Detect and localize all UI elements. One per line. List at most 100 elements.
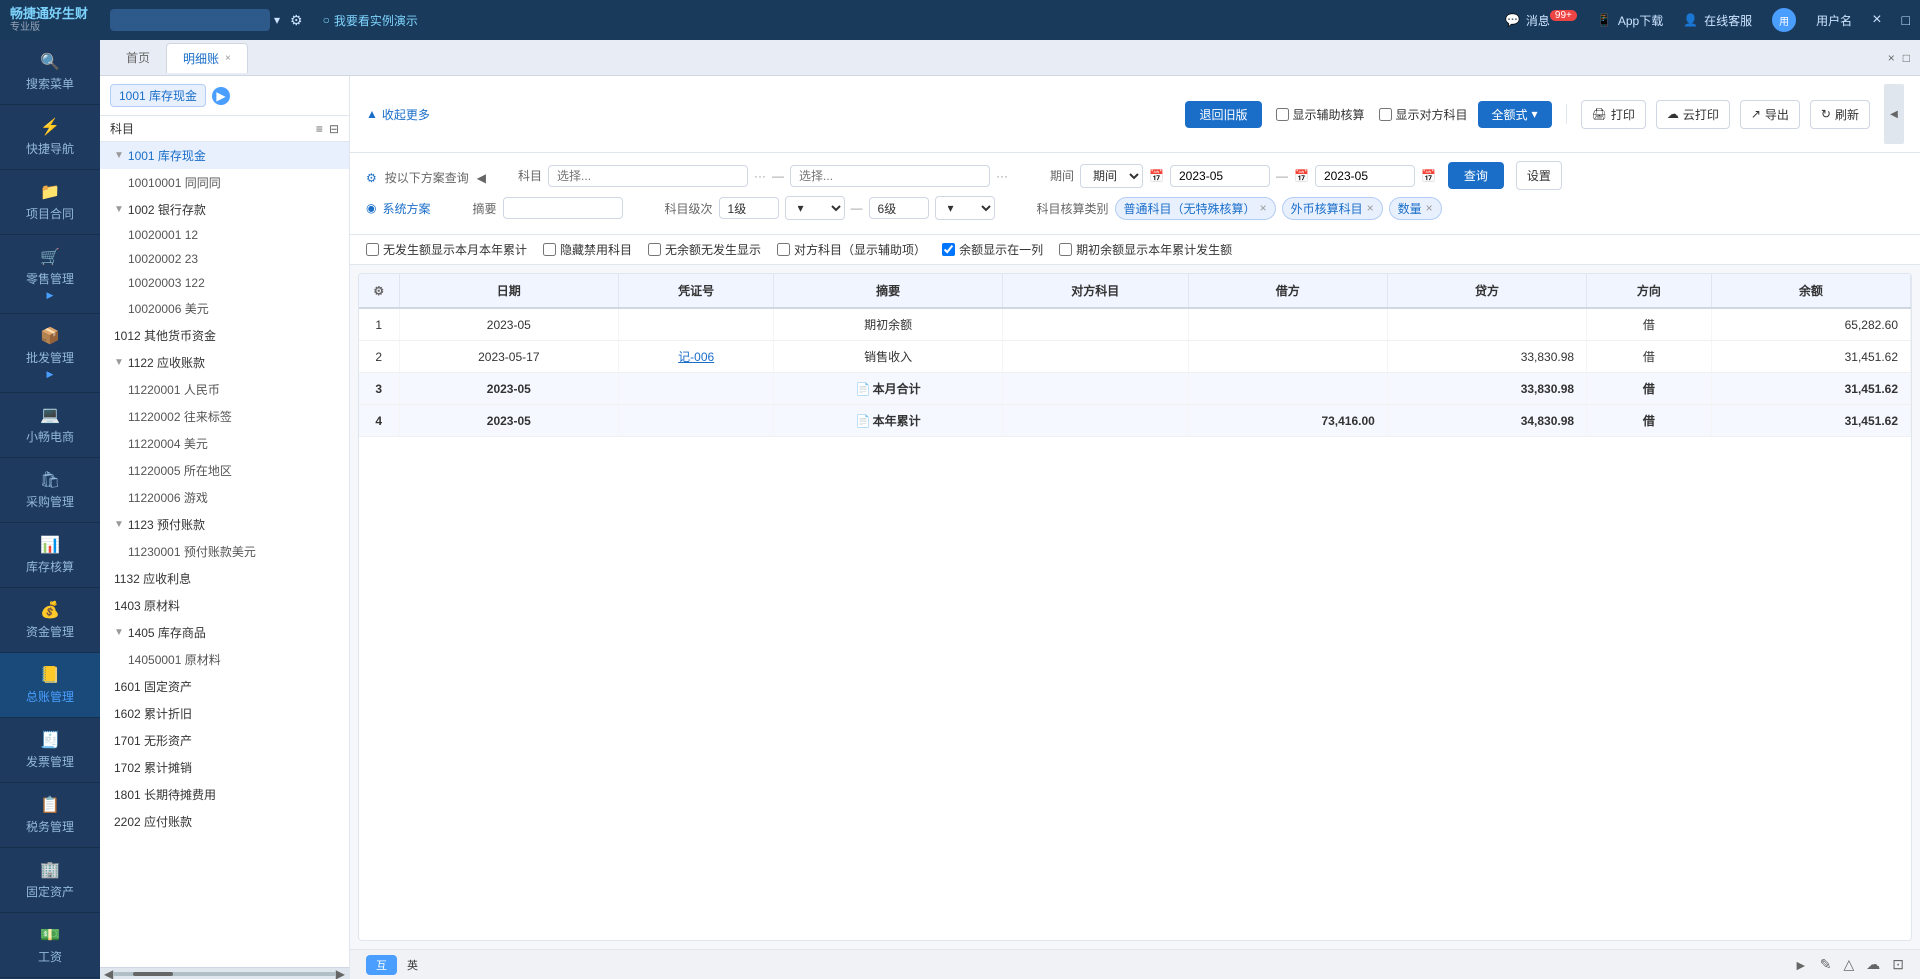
app-download-group[interactable]: 📱 App下载 bbox=[1597, 12, 1663, 29]
system-scheme-icon[interactable]: ◉ bbox=[366, 201, 376, 215]
checkbox-no-balance2-input[interactable] bbox=[648, 243, 661, 256]
sidebar-item-retail[interactable]: 🛒 零售管理 ▶ bbox=[0, 235, 100, 314]
tree-item-11220006[interactable]: 11220006 游戏 bbox=[100, 484, 349, 511]
query-btn[interactable]: 查询 bbox=[1448, 162, 1504, 189]
tab-close-icon[interactable]: × bbox=[225, 53, 231, 64]
topbar-expand-btn[interactable]: □ bbox=[1902, 12, 1910, 28]
online-service-group[interactable]: 👤 在线客服 bbox=[1683, 12, 1752, 29]
demo-link[interactable]: ○ 我要看实例演示 bbox=[323, 12, 418, 29]
show-contra-input[interactable] bbox=[1379, 108, 1392, 121]
checkbox-no-balance-input[interactable] bbox=[366, 243, 379, 256]
checkbox-opening[interactable]: 期初余额显示本年累计发生额 bbox=[1059, 241, 1232, 258]
checkbox-balance-col-input[interactable] bbox=[942, 243, 955, 256]
checkbox-contra[interactable]: 对方科目（显示辅助项） bbox=[777, 241, 926, 258]
export-btn[interactable]: ↗ 导出 bbox=[1740, 100, 1800, 129]
checkbox-hide-disabled-input[interactable] bbox=[543, 243, 556, 256]
level-start-input[interactable] bbox=[719, 197, 779, 219]
tree-item-10020003[interactable]: 10020003 122 bbox=[100, 271, 349, 295]
tag-foreign-close[interactable]: × bbox=[1367, 201, 1374, 215]
tree-item-11230001[interactable]: 11230001 预付账款美元 bbox=[100, 538, 349, 565]
tree-item-1701[interactable]: 1701 无形资产 bbox=[100, 727, 349, 754]
level-end-input[interactable] bbox=[869, 197, 929, 219]
topbar-close-btn[interactable]: × bbox=[1872, 11, 1881, 29]
sidebar-item-purchase[interactable]: 🛍 采购管理 bbox=[0, 458, 100, 523]
tree-item-10020002[interactable]: 10020002 23 bbox=[100, 247, 349, 271]
tree-item-1012[interactable]: 1012 其他货币资金 bbox=[100, 322, 349, 349]
col-settings[interactable]: ⚙ bbox=[359, 274, 399, 308]
tree-item-1122[interactable]: ▼ 1122 应收账款 bbox=[100, 349, 349, 376]
search-dropdown-icon[interactable]: ▾ bbox=[274, 13, 280, 27]
sidebar-item-salary[interactable]: 💵 工资 bbox=[0, 913, 100, 978]
tree-scroll[interactable]: ◀ ▶ bbox=[100, 967, 349, 979]
tree-item-11220001[interactable]: 11220001 人民币 bbox=[100, 376, 349, 403]
tree-collapse-icon[interactable]: ⊟ bbox=[329, 122, 339, 136]
tree-item-1602[interactable]: 1602 累计折旧 bbox=[100, 700, 349, 727]
tree-item-1403[interactable]: 1403 原材料 bbox=[100, 592, 349, 619]
tree-item-1801[interactable]: 1801 长期待摊费用 bbox=[100, 781, 349, 808]
show-aux-input[interactable] bbox=[1276, 108, 1289, 121]
bottom-icon-upload[interactable]: △ bbox=[1843, 956, 1854, 973]
system-scheme-btn[interactable]: 系统方案 bbox=[382, 200, 430, 217]
avatar[interactable]: 用 bbox=[1772, 8, 1796, 32]
show-contra-checkbox[interactable]: 显示对方科目 bbox=[1379, 106, 1468, 123]
tree-list-icon[interactable]: ≡ bbox=[316, 122, 323, 136]
bottom-lang[interactable]: 英 bbox=[407, 957, 418, 973]
scroll-left-btn[interactable]: ◀ bbox=[104, 967, 113, 979]
sidebar-item-wholesale[interactable]: 📦 批发管理 ▶ bbox=[0, 314, 100, 393]
cloud-print-btn[interactable]: ☁ 云打印 bbox=[1656, 100, 1730, 129]
return-old-btn[interactable]: 退回旧版 bbox=[1185, 101, 1261, 128]
level-end-select[interactable]: ▾ bbox=[935, 196, 995, 220]
sidebar-item-quick[interactable]: ⚡ 快捷导航 bbox=[0, 105, 100, 170]
sidebar-item-project[interactable]: 📁 项目合同 bbox=[0, 170, 100, 235]
tree-item-1601[interactable]: 1601 固定资产 bbox=[100, 673, 349, 700]
tab-close-btn[interactable]: × bbox=[1888, 51, 1895, 65]
tree-nav-btn[interactable]: ▶ bbox=[212, 87, 230, 105]
tree-item-10020006[interactable]: 10020006 美元 bbox=[100, 295, 349, 322]
checkbox-no-balance[interactable]: 无发生额显示本月本年累计 bbox=[366, 241, 527, 258]
voucher-link[interactable]: 记-006 bbox=[678, 350, 714, 364]
tree-item-1132[interactable]: 1132 应收利息 bbox=[100, 565, 349, 592]
top-search-input[interactable] bbox=[110, 9, 270, 31]
sidebar-item-ecommerce[interactable]: 💻 小畅电商 bbox=[0, 393, 100, 458]
sidebar-item-general[interactable]: 📒 总账管理 bbox=[0, 653, 100, 718]
bottom-btn-hu[interactable]: 互 bbox=[366, 955, 397, 975]
sidebar-item-tax[interactable]: 📋 税务管理 bbox=[0, 783, 100, 848]
tree-item-1405[interactable]: ▼ 1405 库存商品 bbox=[100, 619, 349, 646]
tree-item-2202[interactable]: 2202 应付账款 bbox=[100, 808, 349, 835]
sidebar-item-search[interactable]: 🔍 搜索菜单 bbox=[0, 40, 100, 105]
tree-item-14050001[interactable]: 14050001 原材料 bbox=[100, 646, 349, 673]
print-btn[interactable]: 🖨 打印 bbox=[1581, 100, 1646, 129]
sidebar-item-finance[interactable]: 💰 资金管理 bbox=[0, 588, 100, 653]
checkbox-hide-disabled[interactable]: 隐藏禁用科目 bbox=[543, 241, 632, 258]
checkbox-balance-col[interactable]: 余额显示在一列 bbox=[942, 241, 1043, 258]
checkbox-contra-input[interactable] bbox=[777, 243, 790, 256]
sidebar-item-assets[interactable]: 🏢 固定资产 bbox=[0, 848, 100, 913]
bottom-icon-play[interactable]: ► bbox=[1794, 957, 1808, 973]
col-settings-icon[interactable]: ⚙ bbox=[373, 284, 384, 298]
scroll-right-btn[interactable]: ▶ bbox=[336, 967, 345, 979]
bottom-icon-edit[interactable]: ✎ bbox=[1820, 956, 1832, 973]
sidebar-item-inventory[interactable]: 📊 库存核算 bbox=[0, 523, 100, 588]
tree-item-10010001[interactable]: 10010001 同同同 bbox=[100, 169, 349, 196]
full-amount-btn[interactable]: 全额式 ▾ bbox=[1478, 101, 1552, 128]
scheme-arrow-icon[interactable]: ◀ bbox=[477, 171, 486, 185]
show-aux-checkbox[interactable]: 显示辅助核算 bbox=[1276, 106, 1365, 123]
tree-item-1123[interactable]: ▼ 1123 预付账款 bbox=[100, 511, 349, 538]
tree-item-1001[interactable]: ▼ 1001 库存现金 bbox=[100, 142, 349, 169]
tree-item-1702[interactable]: 1702 累计摊销 bbox=[100, 754, 349, 781]
tree-item-10020001[interactable]: 10020001 12 bbox=[100, 223, 349, 247]
settings-btn[interactable]: 设置 bbox=[1516, 161, 1562, 190]
period-start-input[interactable] bbox=[1170, 165, 1270, 187]
period-end-input[interactable] bbox=[1315, 165, 1415, 187]
bottom-icon-box[interactable]: ⊡ bbox=[1892, 956, 1904, 973]
tab-maximize-btn[interactable]: □ bbox=[1903, 51, 1910, 65]
tree-item-1002[interactable]: ▼ 1002 银行存款 bbox=[100, 196, 349, 223]
sidebar-item-invoice[interactable]: 🧾 发票管理 bbox=[0, 718, 100, 783]
tab-home[interactable]: 首页 bbox=[110, 43, 166, 72]
messages-group[interactable]: 💬 消息 99+ bbox=[1505, 12, 1577, 29]
tab-detail[interactable]: 明细账 × bbox=[166, 43, 248, 73]
level-start-select[interactable]: ▾ bbox=[785, 196, 845, 220]
checkbox-no-balance2[interactable]: 无余额无发生显示 bbox=[648, 241, 761, 258]
summary-input[interactable] bbox=[503, 197, 623, 219]
tree-item-11220002[interactable]: 11220002 往来标签 bbox=[100, 403, 349, 430]
